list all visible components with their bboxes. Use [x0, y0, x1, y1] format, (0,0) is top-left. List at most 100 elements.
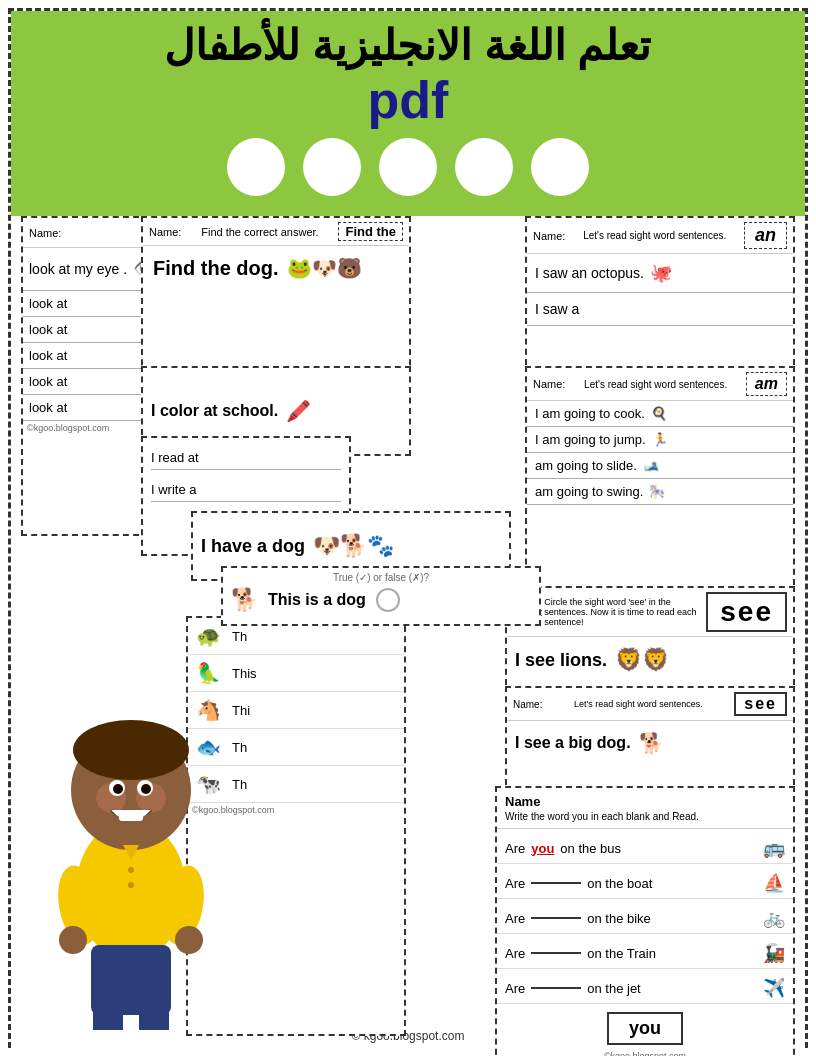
am-sentence-4: am going to swing. 🎠 [527, 479, 793, 505]
content-area: Name: look look at my eye . 👁️ look at l… [11, 216, 805, 1050]
see-instruction: Circle the sight word 'see' in the sente… [544, 597, 704, 627]
circles-row [31, 138, 785, 196]
turtle-icon: 🐢 [196, 624, 224, 648]
you-s2-suffix: on the boat [587, 876, 652, 891]
circle-1 [227, 138, 285, 196]
am-s4-text: am going to swing. [535, 484, 643, 499]
see2-sentence: I see a big dog. 🐕 [507, 721, 793, 765]
svg-point-8 [141, 784, 151, 794]
truefalse-instruction: True (✓) or false (✗)? [231, 572, 531, 583]
you-card: Name Write the word you in each blank an… [495, 786, 795, 1056]
page-border: تعلم اللغة الانجليزية للأطفال pdf Name: … [8, 8, 808, 1048]
an-word-tag: an [744, 222, 787, 249]
you-name-label: Name [505, 794, 540, 809]
am-instruction: Let's read sight word sentences. [584, 379, 727, 390]
frog-icon: 🐸🐶🐻 [287, 256, 362, 280]
jet-icon: ✈️ [763, 977, 785, 999]
you-s2-prefix: Are [505, 876, 525, 891]
svg-point-15 [59, 926, 87, 954]
see2-sentence-text: I see a big dog. [515, 734, 631, 752]
octopus-icon: 🐙 [650, 262, 672, 284]
write-line: I write a [151, 478, 341, 502]
svg-rect-19 [139, 1005, 169, 1030]
cook-icon: 🍳 [651, 406, 667, 421]
color-sentence: I color at school. [151, 402, 278, 420]
see-word-tag: see [706, 592, 787, 632]
jump-icon: 🏃 [652, 432, 668, 447]
dog-animals-icon: 🐶🐕🐾 [313, 533, 394, 559]
you-s3-suffix: on the bike [587, 911, 651, 926]
am-sentence-2: I am going to jump. 🏃 [527, 427, 793, 453]
you-s1-prefix: Are [505, 841, 525, 856]
an-sentence2-text: I saw a [535, 301, 579, 317]
slide-icon: 🎿 [643, 458, 659, 473]
truefalse-sentence: This is a dog [268, 591, 366, 609]
svg-point-2 [73, 720, 189, 780]
find-name-label: Name: [149, 226, 181, 238]
am-s3-text: am going to slide. [535, 458, 637, 473]
you-s5-blank [531, 987, 581, 989]
you-s4-prefix: Are [505, 946, 525, 961]
svg-rect-17 [91, 945, 171, 1015]
dog2-icon: 🐕 [639, 731, 664, 755]
animal-text-2: This [232, 666, 257, 681]
find-the-label: Find the [338, 222, 403, 241]
see2-header: Name: Let's read sight word sentences. s… [507, 688, 793, 721]
you-copyright: ©kgoo.blogspot.com [497, 1049, 793, 1056]
lion-icon: 🦁🦁 [615, 647, 669, 673]
you-s1-blank: you [531, 841, 554, 856]
swing-icon: 🎠 [649, 484, 665, 499]
am-s2-text: I am going to jump. [535, 432, 646, 447]
bus-icon: 🚌 [763, 837, 785, 859]
animal-text-4: Th [232, 740, 247, 755]
animal-text-1: Th [232, 629, 247, 644]
am-name-label: Name: [533, 378, 565, 390]
animal-text-5: Th [232, 777, 247, 792]
header-section: تعلم اللغة الانجليزية للأطفال pdf [11, 11, 805, 216]
circle-5 [531, 138, 589, 196]
you-s4-suffix: on the Train [587, 946, 656, 961]
see2-name: Name: [513, 699, 542, 710]
have-dog-text: I have a dog [201, 536, 305, 557]
dog-truefalse-icon: 🐕 [231, 587, 258, 613]
you-s5-suffix: on the jet [587, 981, 641, 996]
see-sentence-text: I see lions. [515, 650, 607, 671]
find-dog-sentence: Find the dog. 🐸🐶🐻 [143, 246, 409, 290]
read-line: I read at [151, 446, 341, 470]
find-dog-text: Find the dog. [153, 257, 279, 280]
you-sentence-1: Are you on the bus 🚌 [497, 829, 793, 864]
animal-text-3: Thi [232, 703, 250, 718]
you-s3-blank [531, 917, 581, 919]
you-s3-prefix: Are [505, 911, 525, 926]
you-sentence-4: Are on the Train 🚂 [497, 934, 793, 969]
you-s5-prefix: Are [505, 981, 525, 996]
truefalse-content: 🐕 This is a dog [231, 583, 531, 617]
svg-point-16 [175, 926, 203, 954]
an-name-label: Name: [533, 230, 565, 242]
see2-instruction: Let's read sight word sentences. [574, 699, 703, 709]
you-s1-suffix: on the bus [560, 841, 621, 856]
find-instruction: Find the correct answer. [201, 226, 318, 238]
arabic-title: تعلم اللغة الانجليزية للأطفال [31, 21, 785, 70]
svg-rect-9 [119, 813, 143, 821]
you-header: Name Write the word you in each blank an… [497, 788, 793, 829]
see-sentence: I see lions. 🦁🦁 [507, 637, 793, 683]
you-s2-blank [531, 882, 581, 884]
an-instruction: Let's read sight word sentences. [583, 230, 726, 241]
svg-point-11 [128, 867, 134, 873]
an-header: Name: Let's read sight word sentences. a… [527, 218, 793, 254]
svg-point-12 [128, 882, 134, 888]
you-sentence-3: Are on the bike 🚲 [497, 899, 793, 934]
train-icon: 🚂 [763, 942, 785, 964]
an-sentence-text: I saw an octopus. [535, 265, 644, 281]
look-name-label: Name: [29, 227, 61, 239]
am-sentence-3: am going to slide. 🎿 [527, 453, 793, 479]
am-s1-text: I am going to cook. [535, 406, 645, 421]
find-name-row: Name: Find the correct answer. Find the [143, 218, 409, 246]
boat-icon: ⛵ [763, 872, 785, 894]
svg-point-7 [113, 784, 123, 794]
you-instruction: Write the word you in each blank and Rea… [505, 811, 785, 822]
crayon-icon: 🖍️ [286, 399, 311, 423]
an-sentence-1: I saw an octopus. 🐙 [527, 254, 793, 293]
boy-character [31, 650, 231, 1030]
